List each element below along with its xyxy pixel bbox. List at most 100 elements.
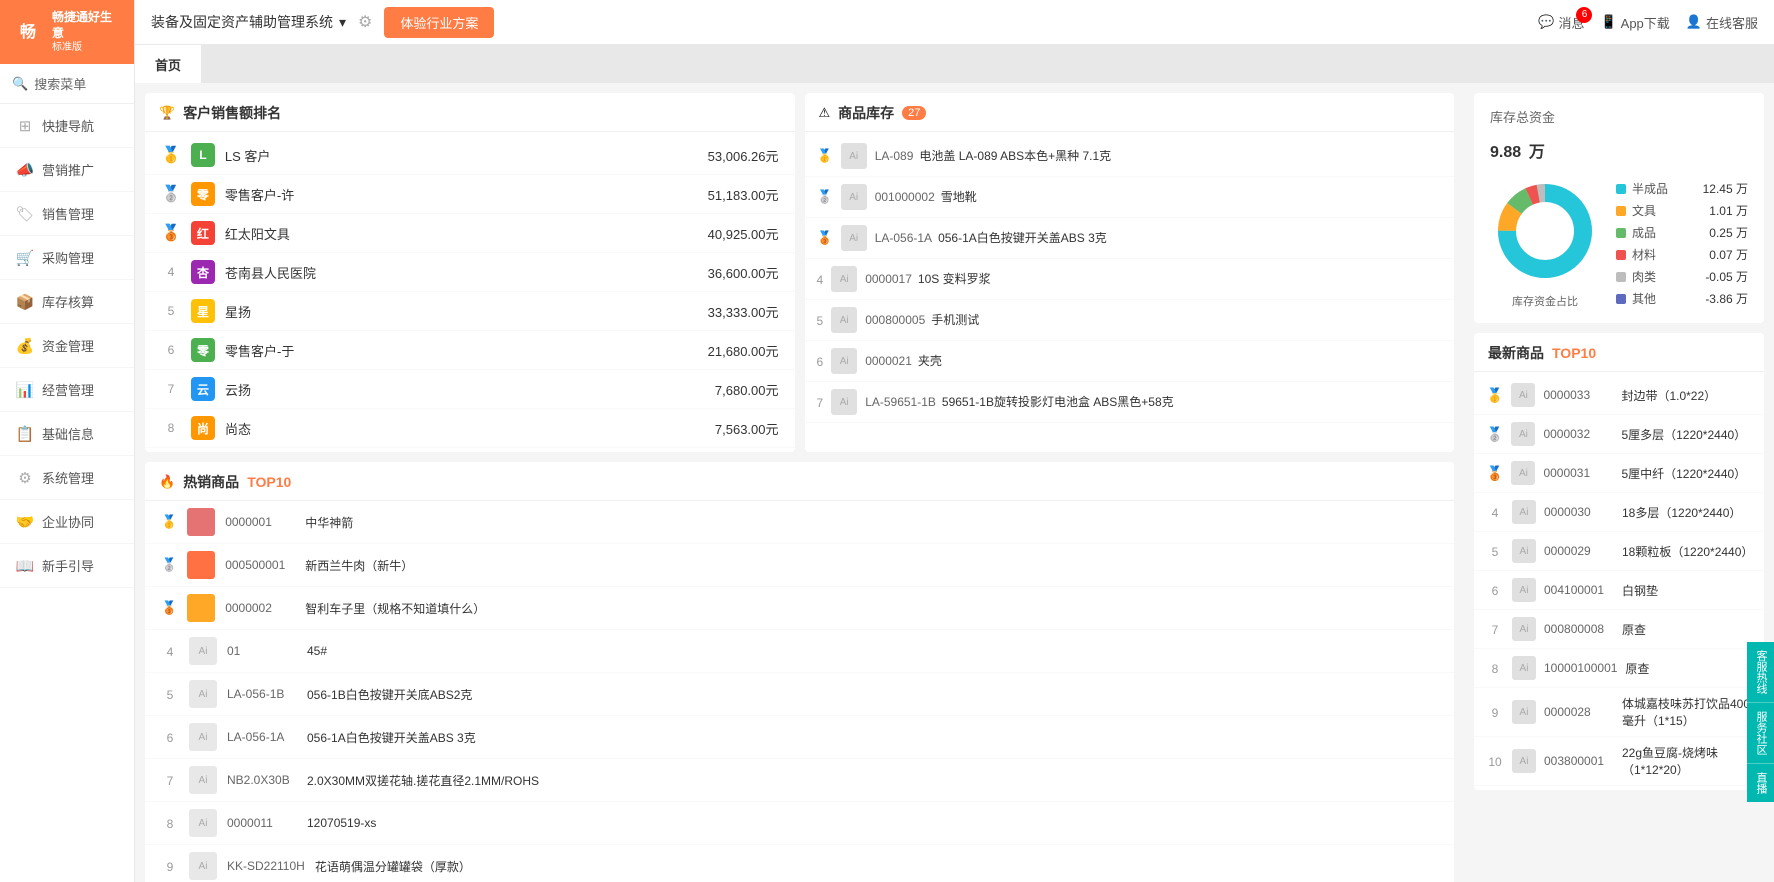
rank-num: 6 [161, 343, 181, 357]
customer-rank-item[interactable]: 6 零 零售客户-于 21,680.00元 [145, 331, 795, 370]
customer-service-btn[interactable]: 客服热线 [1747, 642, 1774, 703]
donut-chart-svg [1490, 176, 1600, 286]
np-code: 0000031 [1543, 466, 1613, 480]
settings-icon[interactable]: ⚙ [358, 12, 372, 32]
np-thumb: Ai [1512, 749, 1536, 773]
new-product-item[interactable]: 🥉 Ai 0000031 5厘中纤（1220*2440） [1474, 454, 1764, 493]
nav-icon-inventory: 📦 [16, 293, 34, 311]
sidebar-item-purchase[interactable]: 🛒 采购管理 [0, 236, 134, 280]
sidebar-item-operation[interactable]: 📊 经营管理 [0, 368, 134, 412]
np-rank: 🥈 [1486, 426, 1503, 443]
alert-item-rank: 7 [817, 395, 824, 410]
sidebar-item-basic[interactable]: 📋 基础信息 [0, 412, 134, 456]
customer-rank-item[interactable]: 🥉 红 红太阳文具 40,925.00元 [145, 214, 795, 253]
inventory-alert-item[interactable]: 7 Ai LA-59651-1B59651-1B旋转投影灯电池盒 ABS黑色+5… [805, 382, 1455, 423]
nav-label-system: 系统管理 [42, 468, 94, 487]
new-product-item[interactable]: 10 Ai 003800001 22g鱼豆腐-烧烤味（1*12*20） [1474, 737, 1764, 786]
new-product-item[interactable]: 9 Ai 0000028 体城嘉枝味苏打饮品400毫升（1*15） [1474, 688, 1764, 737]
sidebar-item-company[interactable]: 🤝 企业协同 [0, 500, 134, 544]
alert-item-thumb: Ai [841, 225, 867, 251]
new-product-item[interactable]: 🥈 Ai 0000032 5厘多层（1220*2440） [1474, 415, 1764, 454]
new-product-item[interactable]: 4 Ai 0000030 18多层（1220*2440） [1474, 493, 1764, 532]
inventory-alert-item[interactable]: 4 Ai 000001710S 变料罗浆 [805, 259, 1455, 300]
np-thumb: Ai [1511, 383, 1535, 407]
legend-value: -3.86 万 [1705, 290, 1748, 307]
sidebar-item-sales[interactable]: 🏷 销售管理 [0, 192, 134, 236]
new-product-item[interactable]: 5 Ai 0000029 18颗粒板（1220*2440） [1474, 532, 1764, 571]
trial-button[interactable]: 体验行业方案 [384, 7, 494, 38]
new-product-item[interactable]: 🥇 Ai 0000033 封边带（1.0*22） [1474, 376, 1764, 415]
legend-value: 12.45 万 [1703, 180, 1748, 197]
new-product-item[interactable]: 8 Ai 10000100001 原查 [1474, 649, 1764, 688]
sidebar-item-guide[interactable]: 📖 新手引导 [0, 544, 134, 588]
search-menu[interactable]: 🔍 搜索菜单 [0, 64, 134, 104]
hot-product-item[interactable]: 8 Ai 0000011 12070519-xs [145, 802, 1454, 845]
product-name: 45# [307, 644, 1438, 658]
hot-product-item[interactable]: 🥈 000500001 新西兰牛肉（新牛） [145, 544, 1454, 587]
legend-label: 半成品 [1632, 180, 1668, 197]
customer-rank-item[interactable]: 7 云 云扬 7,680.00元 [145, 370, 795, 409]
inventory-alert-item[interactable]: 🥈 Ai 001000002雪地靴 [805, 177, 1455, 218]
np-code: 004100001 [1544, 583, 1614, 597]
customer-rank-item[interactable]: 4 杏 苍南县人民医院 36,600.00元 [145, 253, 795, 292]
product-code: 0000002 [225, 601, 295, 615]
inventory-alert-item[interactable]: 6 Ai 0000021夹壳 [805, 341, 1455, 382]
sidebar-item-system[interactable]: ⚙ 系统管理 [0, 456, 134, 500]
new-product-item[interactable]: 6 Ai 004100001 白钢垫 [1474, 571, 1764, 610]
np-rank: 10 [1486, 753, 1504, 769]
new-products-card: 最新商品 TOP10 🥇 Ai 0000033 封边带（1.0*22）🥈 Ai … [1474, 333, 1764, 790]
product-code: 000500001 [225, 558, 295, 572]
app-download-button[interactable]: 📱 App下载 [1600, 13, 1669, 32]
tab-home[interactable]: 首页 [135, 45, 201, 83]
sidebar-logo[interactable]: 畅 畅捷通好生意 标准版 [0, 0, 134, 64]
customer-rank-item[interactable]: 🥇 L LS 客户 53,006.26元 [145, 136, 795, 175]
hot-product-item[interactable]: 7 Ai NB2.0X30B 2.0X30MM双搓花轴.搓花直径2.1MM/RO… [145, 759, 1454, 802]
message-button[interactable]: 💬 消息 6 [1538, 13, 1584, 32]
alert-item-thumb: Ai [831, 348, 857, 374]
hot-product-item[interactable]: 🥉 0000002 智利车子里（规格不知道填什么） [145, 587, 1454, 630]
inventory-alert-item[interactable]: 🥉 Ai LA-056-1A056-1A白色按键开关盖ABS 3克 [805, 218, 1455, 259]
system-title[interactable]: 装备及固定资产辅助管理系统 ▾ [151, 12, 346, 32]
product-code: 01 [227, 644, 297, 658]
np-name: 18多层（1220*2440） [1622, 504, 1752, 521]
inventory-alert-item[interactable]: 🥇 Ai LA-089电池盖 LA-089 ABS本色+黑种 7.1克 [805, 136, 1455, 177]
customer-rank-item[interactable]: 8 尚 尚态 7,563.00元 [145, 409, 795, 448]
sidebar-item-quick-nav[interactable]: ⊞ 快捷导航 [0, 104, 134, 148]
online-service-button[interactable]: 👤 在线客服 [1686, 13, 1758, 32]
nav-icon-marketing: 📣 [16, 161, 34, 179]
customer-name: LS 客户 [225, 146, 698, 165]
service-community-btn[interactable]: 服务社区 [1747, 703, 1774, 764]
legend-dot [1616, 184, 1626, 194]
customer-amount: 7,680.00元 [715, 380, 779, 399]
np-code: 0000032 [1543, 427, 1613, 441]
sidebar-item-finance[interactable]: 💰 资金管理 [0, 324, 134, 368]
top-columns: 🏆 客户销售额排名 🥇 L LS 客户 53,006.26元🥈 零 零售客户-许… [145, 93, 1454, 452]
np-name: 原查 [1622, 621, 1752, 638]
live-broadcast-btn[interactable]: 直播 [1747, 764, 1774, 802]
customer-amount: 7,563.00元 [715, 419, 779, 438]
hot-product-item[interactable]: 9 Ai KK-SD22110H 花语萌偶温分罐罐袋（厚款） [145, 845, 1454, 882]
legend-item: 半成品 12.45 万 [1616, 180, 1748, 197]
alert-item-rank: 🥉 [817, 230, 833, 246]
customer-rank-item[interactable]: 🥈 零 零售客户-许 51,183.00元 [145, 175, 795, 214]
sidebar-item-inventory[interactable]: 📦 库存核算 [0, 280, 134, 324]
hot-product-item[interactable]: 6 Ai LA-056-1A 056-1A白色按键开关盖ABS 3克 [145, 716, 1454, 759]
customer-avatar: 杏 [191, 260, 215, 284]
donut-label: 库存资金占比 [1490, 293, 1600, 309]
sidebar: 畅 畅捷通好生意 标准版 🔍 搜索菜单 ⊞ 快捷导航📣 营销推广🏷 销售管理🛒 … [0, 0, 135, 882]
customer-rank-item[interactable]: 5 星 星扬 33,333.00元 [145, 292, 795, 331]
alert-item-rank: 🥈 [817, 189, 833, 205]
np-code: 0000033 [1543, 388, 1613, 402]
hot-products-list: 🥇 0000001 中华神箭🥈 000500001 新西兰牛肉（新牛）🥉 000… [145, 501, 1454, 882]
sidebar-item-marketing[interactable]: 📣 营销推广 [0, 148, 134, 192]
np-rank: 🥉 [1486, 465, 1503, 482]
product-name: 新西兰牛肉（新牛） [305, 557, 1438, 574]
customer-name: 星扬 [225, 302, 698, 321]
hot-product-item[interactable]: 4 Ai 01 45# [145, 630, 1454, 673]
customer-avatar: 零 [191, 182, 215, 206]
hot-product-item[interactable]: 5 Ai LA-056-1B 056-1B白色按键开关底ABS2克 [145, 673, 1454, 716]
hot-product-item[interactable]: 🥇 0000001 中华神箭 [145, 501, 1454, 544]
inventory-alert-item[interactable]: 5 Ai 000800005手机测试 [805, 300, 1455, 341]
np-name: 体城嘉枝味苏打饮品400毫升（1*15） [1622, 695, 1752, 729]
new-product-item[interactable]: 7 Ai 000800008 原查 [1474, 610, 1764, 649]
